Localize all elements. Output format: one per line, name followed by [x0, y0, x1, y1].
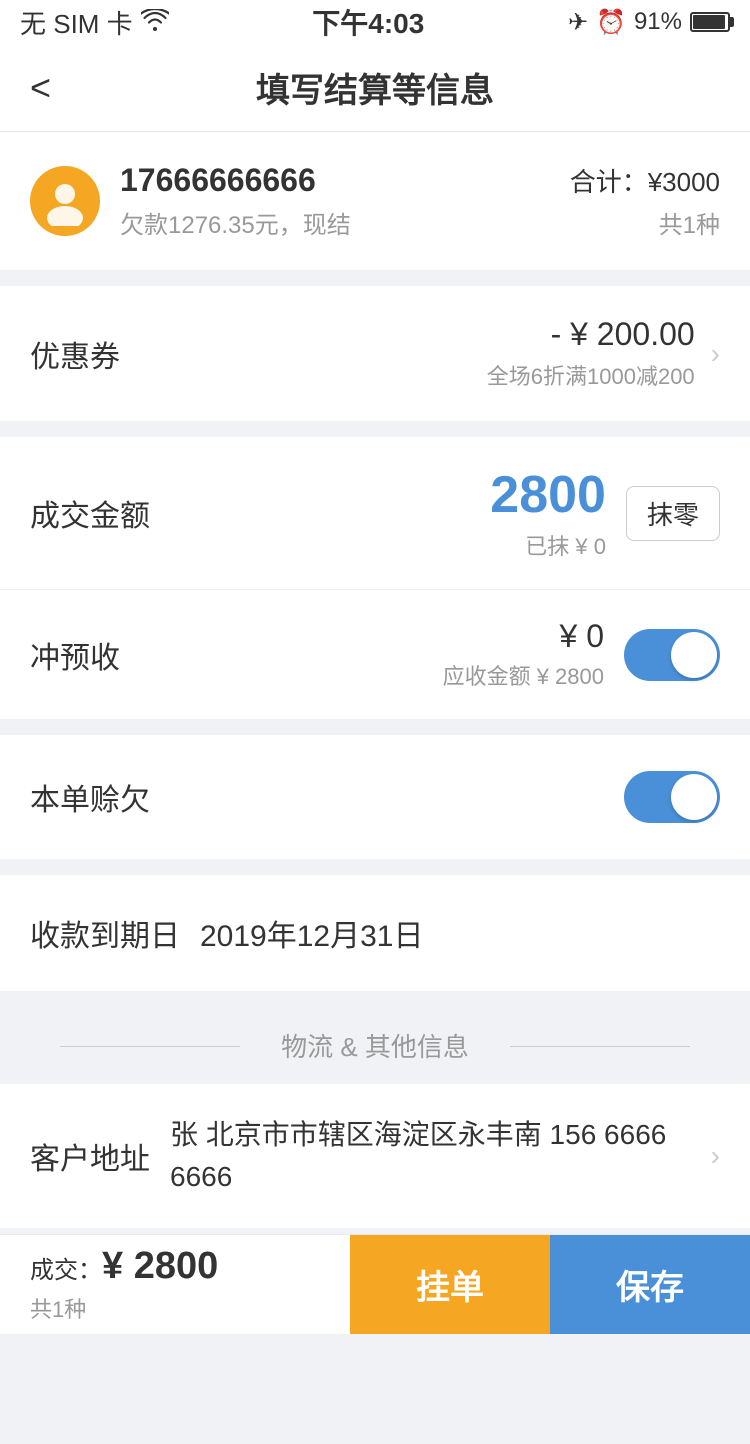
battery-icon: [690, 12, 730, 32]
coupon-row[interactable]: 优惠券 - ¥ 200.00 全场6折满1000减200 ›: [0, 286, 750, 421]
customer-sub: 欠款1276.35元，现结: [120, 205, 351, 240]
coupon-desc: 全场6折满1000减200: [487, 359, 695, 391]
save-button[interactable]: 保存: [550, 1235, 750, 1334]
coupon-right: - ¥ 200.00 全场6折满1000减200 ›: [487, 316, 720, 391]
divider-text: 物流 & 其他信息: [281, 1032, 469, 1062]
duedate-row: 收款到期日 2019年12月31日: [0, 875, 750, 991]
coupon-label: 优惠券: [30, 332, 120, 376]
precollect-label: 冲预收: [30, 633, 120, 677]
amount-label: 成交金额: [30, 491, 150, 535]
location-icon: ✈: [568, 8, 588, 37]
coupon-value-col: - ¥ 200.00 全场6折满1000减200: [487, 316, 695, 391]
amount-sub: 已抹 ¥ 0: [490, 529, 606, 561]
status-right: ✈ ⏰ 91%: [568, 8, 730, 37]
customer-info: 17666666666 欠款1276.35元，现结: [120, 162, 351, 240]
amount-section: 成交金额 2800 已抹 ¥ 0 抹零 冲预收 ¥ 0 应收金额 ¥ 2800: [0, 437, 750, 719]
bottom-summary: 成交：¥ 2800 共1种: [0, 1235, 350, 1334]
duedate-section: 收款到期日 2019年12月31日: [0, 875, 750, 991]
battery-percent: 91%: [634, 8, 682, 36]
amount-value-col: 2800 已抹 ¥ 0: [490, 465, 606, 561]
hold-button[interactable]: 挂单: [350, 1235, 550, 1334]
precollect-amount: ¥ 0: [443, 618, 604, 655]
status-bar: 无 SIM 卡 下午4:03 ✈ ⏰ 91%: [0, 0, 750, 44]
debit-section: 本单赊欠: [0, 735, 750, 859]
bottom-bar: 成交：¥ 2800 共1种 挂单 保存: [0, 1234, 750, 1334]
debit-label: 本单赊欠: [30, 775, 150, 819]
summary-count: 共1种: [30, 1292, 320, 1324]
customer-left: 17666666666 欠款1276.35元，现结: [30, 162, 351, 240]
total-count: 共1种: [570, 205, 720, 240]
address-label: 客户地址: [30, 1134, 150, 1178]
nav-bar: < 填写结算等信息: [0, 44, 750, 132]
toggle-thumb: [671, 632, 717, 678]
address-section: 客户地址 张 北京市市辖区海淀区永丰南 156 6666 6666 ›: [0, 1084, 750, 1228]
back-button[interactable]: <: [30, 67, 51, 109]
address-chevron-icon: ›: [711, 1140, 720, 1172]
status-left: 无 SIM 卡: [20, 4, 169, 41]
customer-phone: 17666666666: [120, 162, 351, 199]
round-button[interactable]: 抹零: [626, 486, 720, 541]
address-value: 张 北京市市辖区海淀区永丰南 156 6666 6666: [170, 1114, 711, 1198]
debit-toggle-thumb: [671, 774, 717, 820]
precollect-toggle[interactable]: [624, 629, 720, 681]
total-label: 合计：¥3000: [570, 162, 720, 199]
avatar: [30, 166, 100, 236]
duedate-label: 收款到期日: [30, 911, 180, 955]
summary-prefix: 成交：: [30, 1257, 102, 1284]
precollect-row: 冲预收 ¥ 0 应收金额 ¥ 2800: [0, 590, 750, 719]
status-time: 下午4:03: [312, 2, 424, 42]
duedate-value: 2019年12月31日: [200, 911, 423, 955]
debit-row: 本单赊欠: [0, 735, 750, 859]
amount-row: 成交金额 2800 已抹 ¥ 0 抹零: [0, 437, 750, 590]
address-row[interactable]: 客户地址 张 北京市市辖区海淀区永丰南 156 6666 6666 ›: [0, 1084, 750, 1228]
debit-toggle[interactable]: [624, 771, 720, 823]
coupon-section: 优惠券 - ¥ 200.00 全场6折满1000减200 ›: [0, 286, 750, 421]
wifi-icon: [141, 7, 169, 38]
no-sim-text: 无 SIM 卡: [20, 4, 133, 41]
divider-label: 物流 & 其他信息: [0, 1007, 750, 1084]
amount-value: 2800: [490, 465, 606, 525]
alarm-icon: ⏰: [596, 8, 626, 37]
bottom-summary-main: 成交：¥ 2800: [30, 1245, 320, 1288]
customer-card: 17666666666 欠款1276.35元，现结 合计：¥3000 共1种: [0, 132, 750, 270]
summary-amount: ¥ 2800: [102, 1245, 218, 1287]
precollect-right: ¥ 0 应收金额 ¥ 2800: [443, 618, 720, 691]
precollect-sub: 应收金额 ¥ 2800: [443, 659, 604, 691]
amount-right: 2800 已抹 ¥ 0 抹零: [490, 465, 720, 561]
customer-right: 合计：¥3000 共1种: [570, 162, 720, 240]
coupon-value: - ¥ 200.00: [487, 316, 695, 353]
precollect-values: ¥ 0 应收金额 ¥ 2800: [443, 618, 604, 691]
chevron-right-icon: ›: [711, 338, 720, 370]
page-title: 填写结算等信息: [256, 63, 494, 112]
